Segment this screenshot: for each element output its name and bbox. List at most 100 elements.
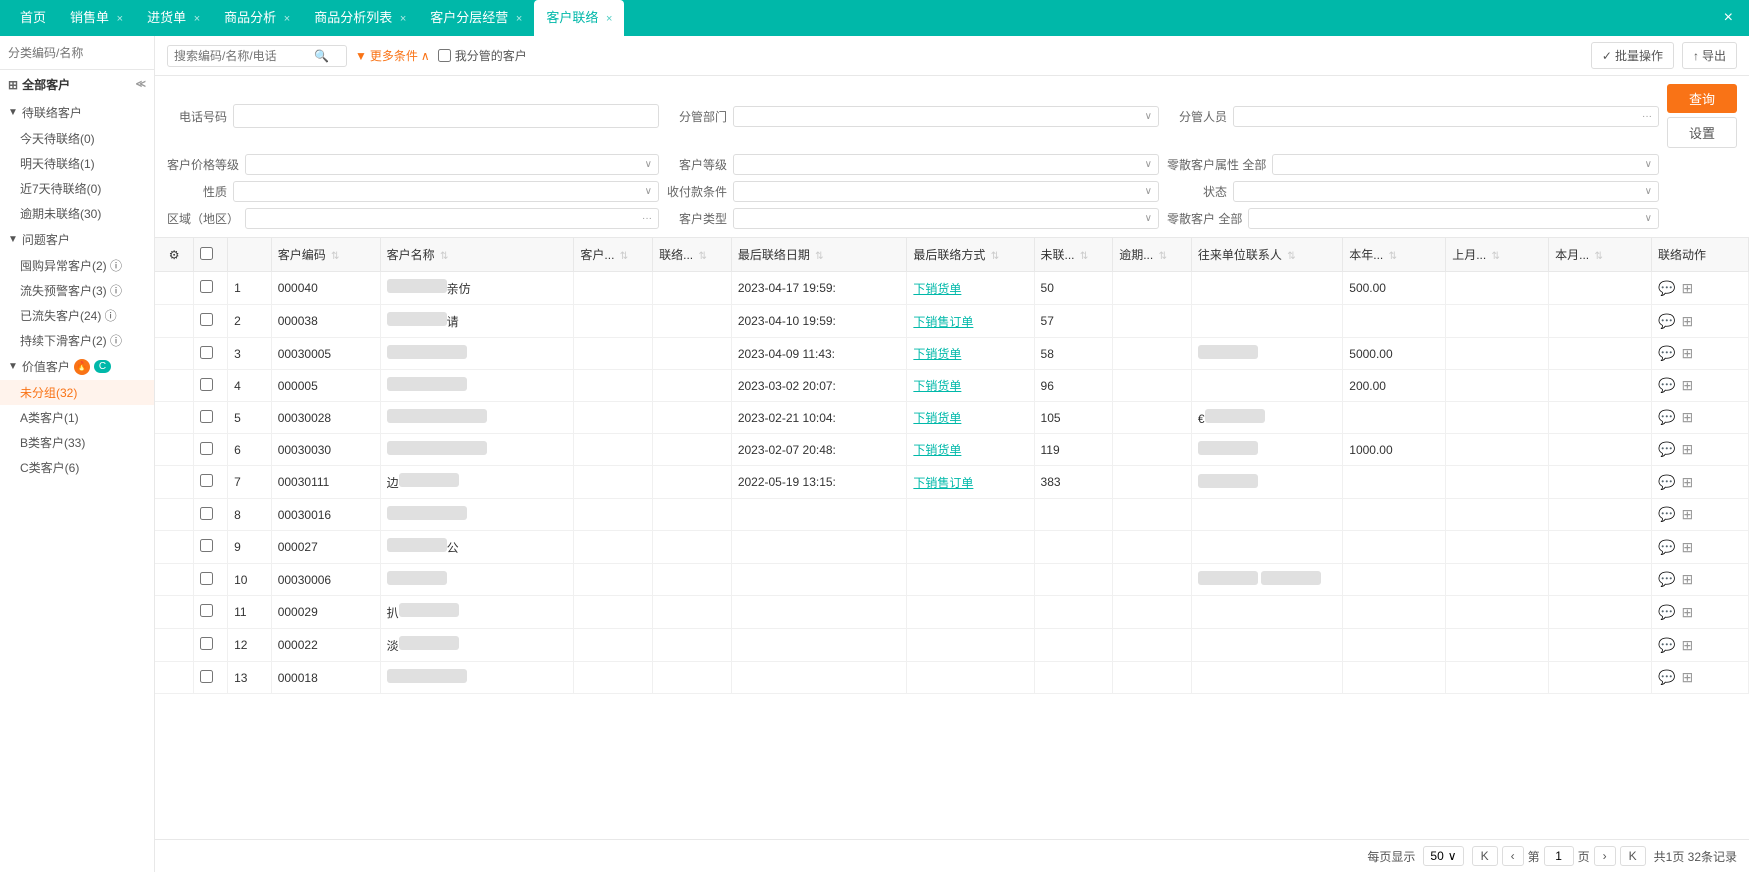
reset-btn[interactable]: 设置 bbox=[1667, 117, 1737, 148]
nav-customer-contact[interactable]: 客户联络 × bbox=[534, 0, 624, 36]
first-page-btn[interactable]: K bbox=[1472, 846, 1498, 866]
sidebar-item-class-c[interactable]: C类客户(6) bbox=[0, 455, 154, 480]
last-page-btn[interactable]: K bbox=[1620, 846, 1646, 866]
chat-icon-13[interactable]: 💬 bbox=[1658, 669, 1675, 686]
sidebar-item-7day-pending[interactable]: 近7天待联络(0) bbox=[0, 176, 154, 201]
chat-icon-10[interactable]: 💬 bbox=[1658, 571, 1675, 588]
th-no-contact[interactable]: 未联... ⇅ bbox=[1034, 238, 1113, 272]
per-page-select[interactable]: 50 ∨ bbox=[1423, 846, 1463, 866]
close-purchase-icon[interactable]: × bbox=[194, 13, 200, 25]
grid-action-icon-9[interactable]: ⊞ bbox=[1681, 539, 1693, 556]
nav-sales[interactable]: 销售单 × bbox=[58, 0, 135, 36]
chat-icon-11[interactable]: 💬 bbox=[1658, 604, 1675, 621]
grid-action-icon-8[interactable]: ⊞ bbox=[1681, 506, 1693, 523]
sidebar-item-declining[interactable]: 持续下滑客户(2) ⓘ bbox=[0, 328, 154, 353]
page-number-input[interactable] bbox=[1544, 846, 1574, 866]
filter-search-icon[interactable]: 🔍 bbox=[314, 49, 329, 63]
chat-icon-9[interactable]: 💬 bbox=[1658, 539, 1675, 556]
close-product-analysis-icon[interactable]: × bbox=[284, 13, 290, 25]
grid-action-icon-3[interactable]: ⊞ bbox=[1681, 345, 1693, 362]
nav-product-analysis[interactable]: 商品分析 × bbox=[212, 0, 302, 36]
chat-icon-7[interactable]: 💬 bbox=[1658, 474, 1675, 491]
grid-action-icon-4[interactable]: ⊞ bbox=[1681, 377, 1693, 394]
export-btn[interactable]: ↑ 导出 bbox=[1682, 42, 1737, 69]
retail-attr-select[interactable]: ∨ bbox=[1272, 154, 1659, 175]
th-last-contact-method[interactable]: 最后联络方式 ⇅ bbox=[907, 238, 1034, 272]
status-select[interactable]: ∨ bbox=[1233, 181, 1659, 202]
sidebar-item-churn-warning[interactable]: 流失预警客户(3) ⓘ bbox=[0, 278, 154, 303]
close-sales-icon[interactable]: × bbox=[117, 13, 123, 25]
customer-grade-select[interactable]: ∨ bbox=[733, 154, 1159, 175]
chat-icon-5[interactable]: 💬 bbox=[1658, 409, 1675, 426]
td-check-2[interactable] bbox=[194, 305, 228, 338]
th-gear[interactable]: ⚙ bbox=[155, 238, 194, 272]
grid-action-icon-12[interactable]: ⊞ bbox=[1681, 637, 1693, 654]
sidebar-item-today-pending[interactable]: 今天待联络(0) bbox=[0, 126, 154, 151]
chat-icon-1[interactable]: 💬 bbox=[1658, 280, 1675, 297]
th-unit-contact[interactable]: 往来单位联系人 ⇅ bbox=[1191, 238, 1342, 272]
sidebar-item-class-a[interactable]: A类客户(1) bbox=[0, 405, 154, 430]
price-grade-select[interactable]: ∨ bbox=[245, 154, 659, 175]
th-last-contact-date[interactable]: 最后联络日期 ⇅ bbox=[731, 238, 907, 272]
td-check-1[interactable] bbox=[194, 272, 228, 305]
th-overdue[interactable]: 逾期... ⇅ bbox=[1113, 238, 1192, 272]
nav-purchase[interactable]: 进货单 × bbox=[135, 0, 212, 36]
sidebar-item-churned[interactable]: 已流失客户(24) ⓘ bbox=[0, 303, 154, 328]
grid-action-icon-6[interactable]: ⊞ bbox=[1681, 441, 1693, 458]
nav-customer-tier[interactable]: 客户分层经营 × bbox=[418, 0, 534, 36]
person-select[interactable]: ··· bbox=[1233, 106, 1659, 127]
th-type[interactable]: 客户... ⇅ bbox=[574, 238, 653, 272]
grid-action-icon-13[interactable]: ⊞ bbox=[1681, 669, 1693, 686]
payment-select[interactable]: ∨ bbox=[733, 181, 1159, 202]
td-method-1[interactable]: 下销货单 bbox=[907, 272, 1034, 305]
sidebar-group-problem[interactable]: ▼ 问题客户 bbox=[0, 226, 154, 253]
chat-icon-3[interactable]: 💬 bbox=[1658, 345, 1675, 362]
sidebar-item-class-b[interactable]: B类客户(33) bbox=[0, 430, 154, 455]
close-tier-icon[interactable]: × bbox=[516, 13, 522, 25]
th-this-month[interactable]: 本月... ⇅ bbox=[1549, 238, 1652, 272]
th-last-month[interactable]: 上月... ⇅ bbox=[1446, 238, 1549, 272]
next-page-btn[interactable]: › bbox=[1594, 846, 1616, 866]
grid-action-icon-7[interactable]: ⊞ bbox=[1681, 474, 1693, 491]
sidebar-group-value[interactable]: ▼ 价值客户 🔥 C bbox=[0, 353, 154, 380]
chat-icon-12[interactable]: 💬 bbox=[1658, 637, 1675, 654]
sidebar-group-pending[interactable]: ▼ 待联络客户 bbox=[0, 99, 154, 126]
th-this-year[interactable]: 本年... ⇅ bbox=[1343, 238, 1446, 272]
grid-action-icon-5[interactable]: ⊞ bbox=[1681, 409, 1693, 426]
prev-page-btn[interactable]: ‹ bbox=[1502, 846, 1524, 866]
close-contact-icon[interactable]: × bbox=[606, 13, 612, 25]
grid-action-icon-1[interactable]: ⊞ bbox=[1681, 280, 1693, 297]
filter-search-input[interactable] bbox=[174, 49, 314, 63]
sidebar-item-tomorrow-pending[interactable]: 明天待联络(1) bbox=[0, 151, 154, 176]
customer-type-select[interactable]: ∨ bbox=[733, 208, 1159, 229]
close-product-list-icon[interactable]: × bbox=[400, 13, 406, 25]
sidebar-item-hoarding-abnormal[interactable]: 囤购异常客户(2) ⓘ bbox=[0, 253, 154, 278]
chat-icon-4[interactable]: 💬 bbox=[1658, 377, 1675, 394]
th-checkbox[interactable] bbox=[194, 238, 228, 272]
my-customers-checkbox-wrap[interactable]: 我分管的客户 bbox=[438, 47, 527, 64]
sidebar-item-overdue-pending[interactable]: 逾期未联络(30) bbox=[0, 201, 154, 226]
dept-select[interactable]: ∨ bbox=[733, 106, 1159, 127]
grid-action-icon-11[interactable]: ⊞ bbox=[1681, 604, 1693, 621]
th-code[interactable]: 客户编码 ⇅ bbox=[271, 238, 380, 272]
nav-home[interactable]: 首页 bbox=[8, 0, 58, 36]
chat-icon-2[interactable]: 💬 bbox=[1658, 313, 1675, 330]
grid-action-icon-10[interactable]: ⊞ bbox=[1681, 571, 1693, 588]
sidebar-item-unclassified[interactable]: 未分组(32) bbox=[0, 380, 154, 405]
nav-product-analysis-list[interactable]: 商品分析列表 × bbox=[302, 0, 418, 36]
batch-operations-btn[interactable]: ✓ 批量操作 bbox=[1591, 42, 1674, 69]
phone-input[interactable] bbox=[240, 109, 652, 123]
my-customers-checkbox[interactable] bbox=[438, 49, 451, 62]
nature-select[interactable]: ∨ bbox=[233, 181, 659, 202]
sidebar-all-customers[interactable]: ⊞ 全部客户 ≪ bbox=[0, 70, 154, 99]
region-select[interactable]: ··· bbox=[245, 208, 659, 229]
chat-icon-6[interactable]: 💬 bbox=[1658, 441, 1675, 458]
global-close-icon[interactable]: × bbox=[1716, 9, 1741, 27]
th-name[interactable]: 客户名称 ⇅ bbox=[380, 238, 574, 272]
grid-action-icon-2[interactable]: ⊞ bbox=[1681, 313, 1693, 330]
query-btn[interactable]: 查询 bbox=[1667, 84, 1737, 113]
chat-icon-8[interactable]: 💬 bbox=[1658, 506, 1675, 523]
sidebar-search-input[interactable] bbox=[8, 46, 155, 60]
retail-select[interactable]: ∨ bbox=[1248, 208, 1659, 229]
more-conditions-btn[interactable]: ▼ 更多条件 ∧ bbox=[355, 47, 430, 64]
